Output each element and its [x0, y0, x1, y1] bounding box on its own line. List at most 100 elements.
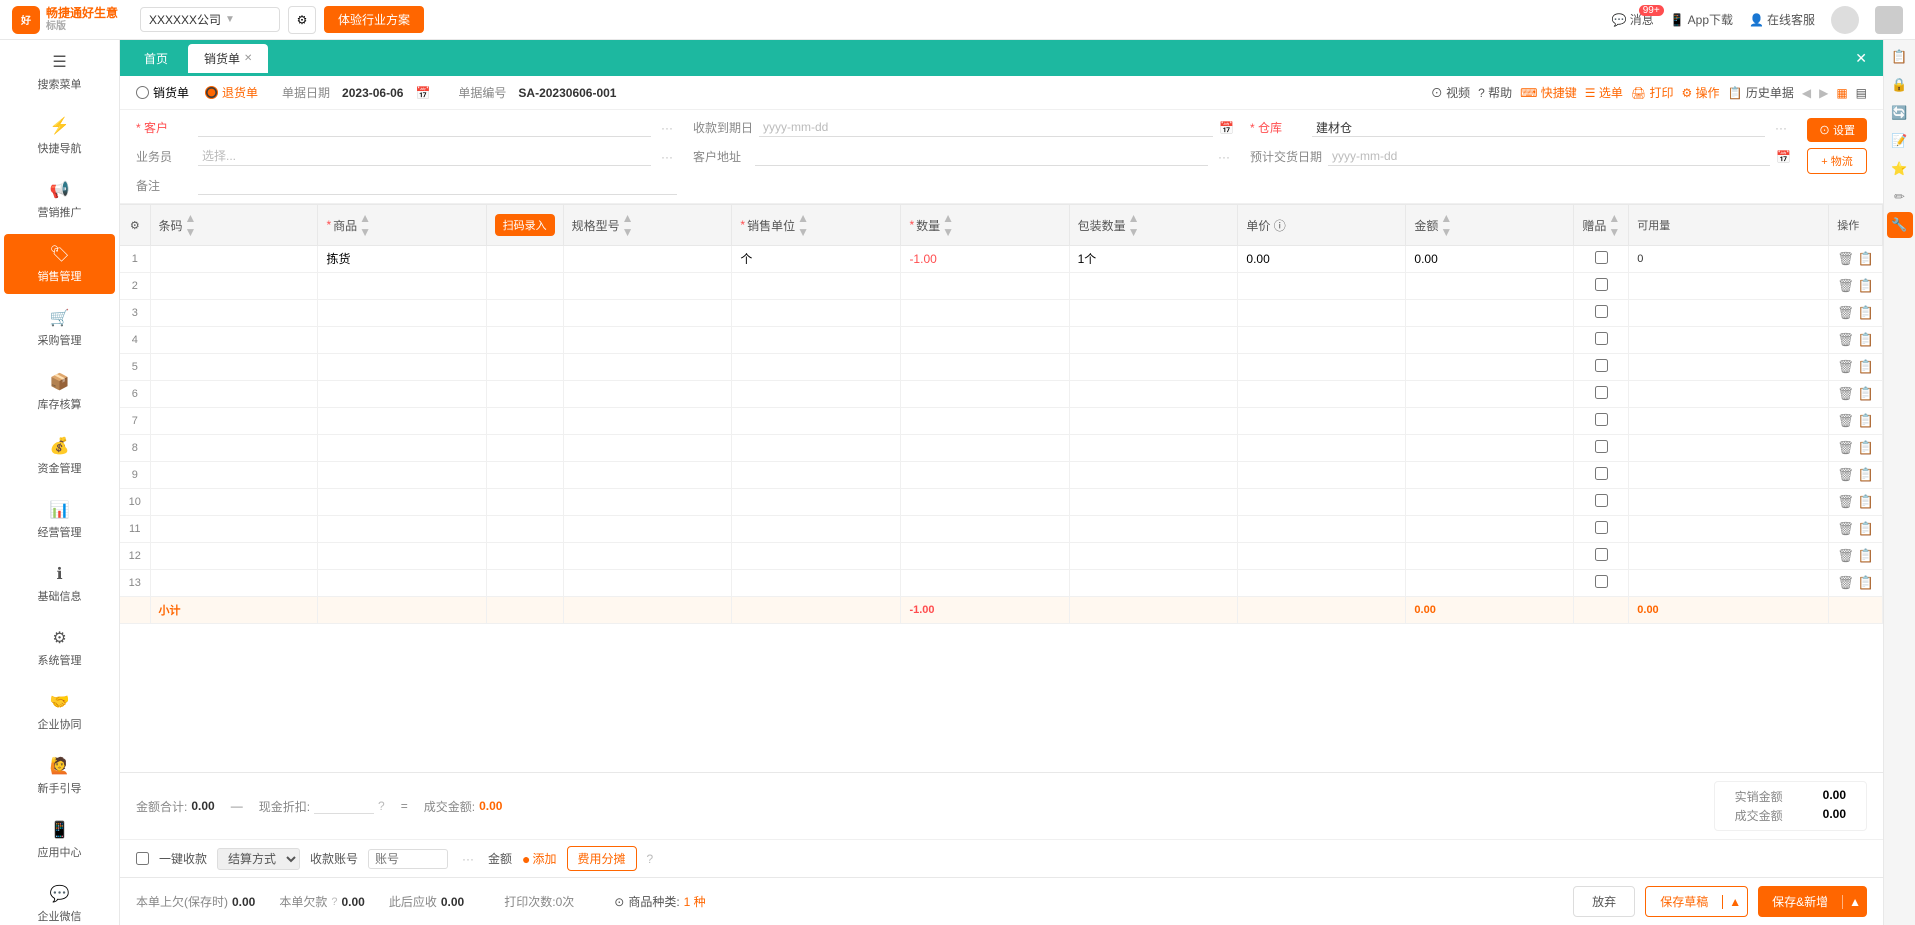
row-copy-icon-7[interactable]: 📋: [1858, 413, 1874, 429]
payment-date-calendar-icon[interactable]: 📅: [1219, 121, 1234, 135]
sidebar-item-inventory[interactable]: 📦 库存核算: [4, 362, 115, 422]
row-gift-8[interactable]: [1574, 435, 1629, 462]
row-spec-3[interactable]: [563, 300, 732, 327]
th-quantity[interactable]: *数量▲▼: [901, 205, 1069, 246]
sidebar-item-guide[interactable]: 🙋 新手引导: [4, 746, 115, 806]
row-barcode-9[interactable]: [150, 462, 318, 489]
row-pack-qty-7[interactable]: [1069, 408, 1238, 435]
row-product-8[interactable]: [318, 435, 486, 462]
row-pack-qty-13[interactable]: [1069, 570, 1238, 597]
scan-entry-button[interactable]: 扫码录入: [495, 214, 555, 236]
online-service-button[interactable]: 👤 在线客服: [1749, 11, 1815, 28]
row-quantity-1[interactable]: [901, 246, 1069, 273]
tab-sales-order[interactable]: 销货单 ✕: [188, 44, 268, 73]
row-copy-icon-9[interactable]: 📋: [1858, 467, 1874, 483]
select-btn[interactable]: ☰ 选单: [1585, 84, 1623, 101]
product-type-info[interactable]: ⊙ 商品种类: 1 种: [614, 893, 705, 910]
row-gift-11[interactable]: [1574, 516, 1629, 543]
th-unit[interactable]: *销售单位▲▼: [732, 205, 901, 246]
tab-home[interactable]: 首页: [128, 44, 184, 73]
next-btn[interactable]: ▶: [1819, 86, 1828, 100]
row-unit-11[interactable]: [732, 516, 901, 543]
row-barcode-7[interactable]: [150, 408, 318, 435]
row-product-11[interactable]: [318, 516, 486, 543]
row-amount-10[interactable]: [1406, 489, 1574, 516]
sidebar-item-basics[interactable]: ℹ 基础信息: [4, 554, 115, 614]
row-quantity-5[interactable]: [901, 354, 1069, 381]
row-copy-icon-8[interactable]: 📋: [1858, 440, 1874, 456]
row-barcode-5[interactable]: [150, 354, 318, 381]
row-pack-qty-6[interactable]: [1069, 381, 1238, 408]
calendar-icon[interactable]: 📅: [415, 86, 430, 100]
row-unit-13[interactable]: [732, 570, 901, 597]
sidebar-item-quicknav[interactable]: ⚡ 快捷导航: [4, 106, 115, 166]
warehouse-more-icon[interactable]: ···: [1771, 121, 1791, 135]
row-product-3[interactable]: [318, 300, 486, 327]
row-barcode-8[interactable]: [150, 435, 318, 462]
row-quantity-11[interactable]: [901, 516, 1069, 543]
sidebar-item-purchase[interactable]: 🛒 采购管理: [4, 298, 115, 358]
sidebar-item-wechat[interactable]: 💬 企业微信: [4, 874, 115, 925]
sidebar-item-search[interactable]: ☰ 搜索菜单: [4, 42, 115, 102]
warehouse-input[interactable]: [1312, 118, 1765, 137]
tab-close-icon[interactable]: ✕: [244, 53, 252, 64]
row-pack-qty-8[interactable]: [1069, 435, 1238, 462]
sidebar-item-marketing[interactable]: 📢 营销推广: [4, 170, 115, 230]
row-amount-4[interactable]: [1406, 327, 1574, 354]
row-product-12[interactable]: [318, 543, 486, 570]
trial-btn[interactable]: 体验行业方案: [324, 6, 424, 33]
th-unit-price[interactable]: 单价 ⓘ: [1238, 205, 1406, 246]
row-spec-4[interactable]: [563, 327, 732, 354]
row-pack-qty-12[interactable]: [1069, 543, 1238, 570]
row-spec-10[interactable]: [563, 489, 732, 516]
row-unit-price-1[interactable]: [1238, 246, 1406, 273]
salesperson-input[interactable]: [198, 147, 651, 166]
row-delete-icon-11[interactable]: 🗑: [1837, 521, 1854, 537]
th-spec[interactable]: 规格型号▲▼: [563, 205, 732, 246]
discount-help-icon[interactable]: ?: [378, 799, 385, 813]
row-delete-icon-3[interactable]: 🗑: [1837, 305, 1854, 321]
row-amount-8[interactable]: [1406, 435, 1574, 462]
one-click-collect-checkbox[interactable]: [136, 852, 149, 865]
app-download-button[interactable]: 📱 App下载: [1670, 11, 1733, 28]
th-gift[interactable]: 赠品▲▼: [1574, 205, 1629, 246]
th-barcode[interactable]: 条码▲▼: [150, 205, 318, 246]
right-sidebar-notes-btn[interactable]: 📋: [1887, 44, 1913, 70]
row-unit-10[interactable]: [732, 489, 901, 516]
expected-delivery-input[interactable]: [1328, 147, 1770, 166]
row-copy-icon-5[interactable]: 📋: [1858, 359, 1874, 375]
close-all-tabs-button[interactable]: ✕: [1847, 50, 1875, 67]
row-unit-price-9[interactable]: [1238, 462, 1406, 489]
row-quantity-8[interactable]: [901, 435, 1069, 462]
save-draft-button[interactable]: 保存草稿 ▲: [1645, 886, 1748, 917]
row-barcode-11[interactable]: [150, 516, 318, 543]
row-copy-icon-3[interactable]: 📋: [1858, 305, 1874, 321]
row-quantity-7[interactable]: [901, 408, 1069, 435]
row-product-4[interactable]: [318, 327, 486, 354]
row-barcode-1[interactable]: [150, 246, 318, 273]
save-draft-arrow-icon[interactable]: ▲: [1722, 895, 1747, 909]
row-unit-6[interactable]: [732, 381, 901, 408]
right-sidebar-tools-btn[interactable]: 🔧: [1887, 212, 1913, 238]
video-btn[interactable]: ⊙ 视频: [1431, 84, 1470, 101]
right-sidebar-pen-btn[interactable]: ✏: [1887, 184, 1913, 210]
row-spec-9[interactable]: [563, 462, 732, 489]
row-gift-12[interactable]: [1574, 543, 1629, 570]
row-unit-price-2[interactable]: [1238, 273, 1406, 300]
row-unit-price-7[interactable]: [1238, 408, 1406, 435]
row-gift-2[interactable]: [1574, 273, 1629, 300]
note-input[interactable]: [198, 176, 677, 195]
row-amount-2[interactable]: [1406, 273, 1574, 300]
row-amount-7[interactable]: [1406, 408, 1574, 435]
th-scan-btn[interactable]: 扫码录入: [486, 205, 563, 246]
sidebar-item-operations[interactable]: 📊 经营管理: [4, 490, 115, 550]
th-product[interactable]: *商品▲▼: [318, 205, 486, 246]
save-new-arrow-icon[interactable]: ▲: [1842, 895, 1867, 909]
prev-btn[interactable]: ◀: [1802, 86, 1811, 100]
list-view-btn[interactable]: ▤: [1856, 86, 1867, 100]
row-gift-4[interactable]: [1574, 327, 1629, 354]
row-unit-2[interactable]: [732, 273, 901, 300]
row-unit-price-11[interactable]: [1238, 516, 1406, 543]
row-pack-qty-2[interactable]: [1069, 273, 1238, 300]
salesperson-more-icon[interactable]: ···: [657, 150, 677, 164]
